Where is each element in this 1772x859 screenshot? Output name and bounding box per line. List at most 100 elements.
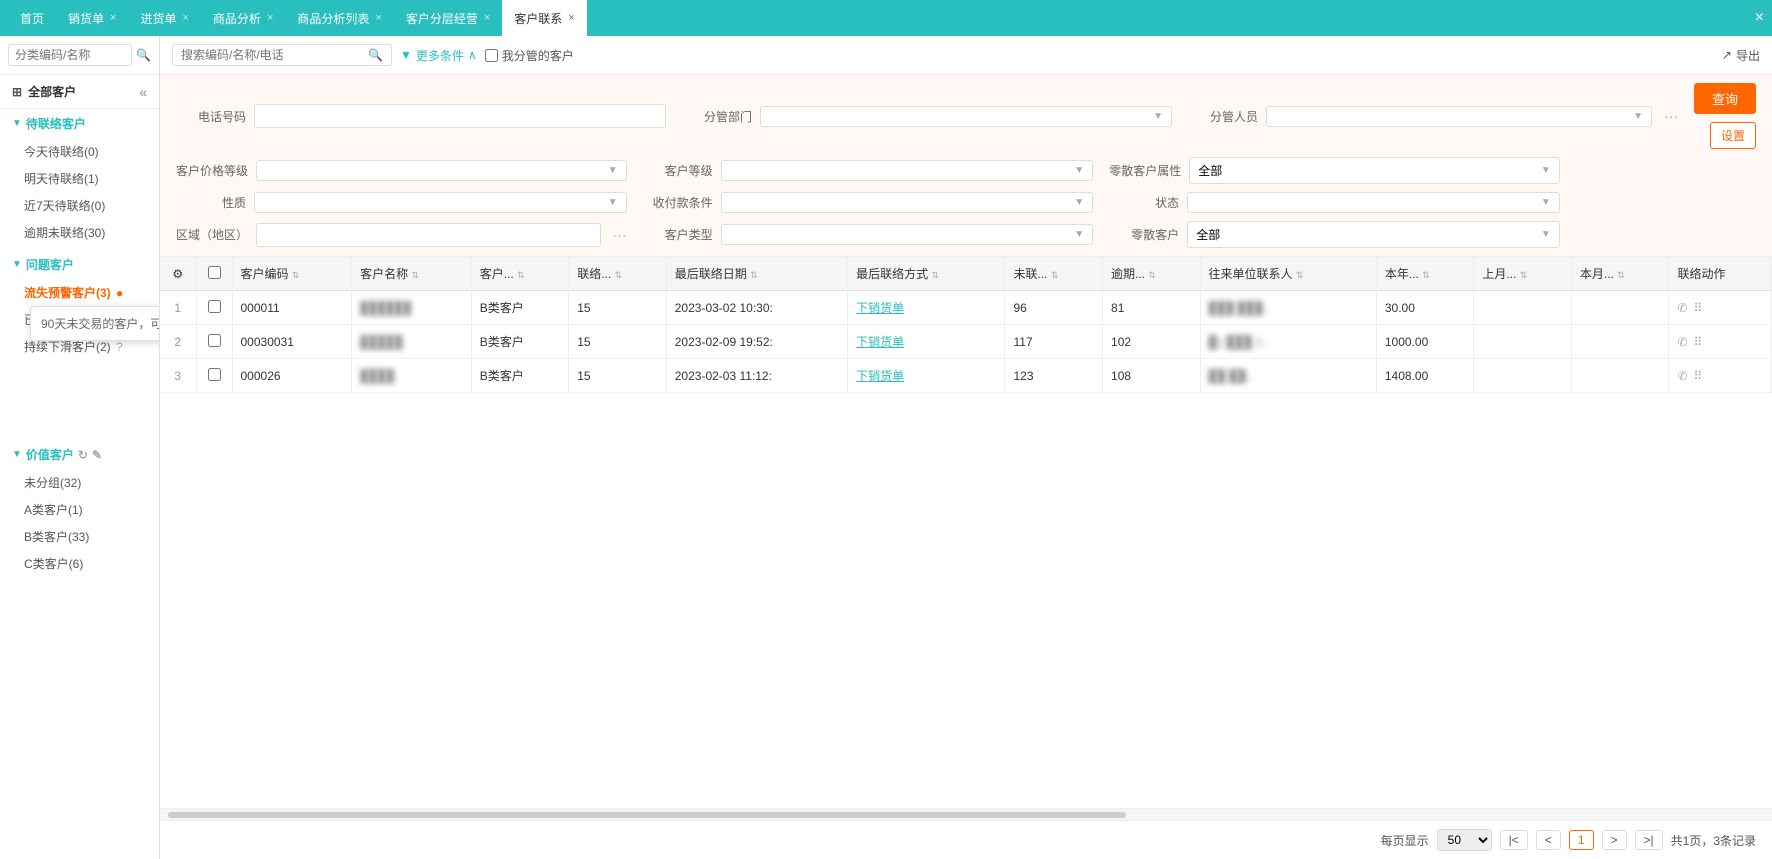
filter-retail-attr-select[interactable]: 全部 ▼ (1189, 157, 1560, 184)
sidebar-collapse-icon[interactable]: « (139, 84, 147, 100)
col-uncontact-days[interactable]: 未联... ⇅ (1005, 257, 1103, 291)
tab-product-list[interactable]: 商品分析列表 × (285, 0, 393, 36)
sidebar-item-class-a[interactable]: A类客户(1) (0, 496, 159, 523)
col-contacts-sort-icon[interactable]: ⇅ (1296, 270, 1304, 280)
col-cur-month-sort-icon[interactable]: ⇅ (1617, 270, 1625, 280)
row3-contact-icon[interactable]: ✆ (1677, 369, 1687, 383)
row1-contact-icon[interactable]: ✆ (1677, 301, 1687, 315)
window-close-button[interactable]: × (1755, 9, 1764, 27)
search-input[interactable] (181, 48, 364, 62)
tab-customer-contact-close[interactable]: × (568, 12, 574, 24)
sidebar-item-churn-warning[interactable]: 流失预警客户(3) ● (0, 279, 159, 306)
filter-payment-select[interactable]: ▼ (721, 192, 1094, 213)
col-name-sort-icon[interactable]: ⇅ (411, 270, 419, 280)
tab-home[interactable]: 首页 (8, 0, 56, 36)
col-contact-count-sort-icon[interactable]: ⇅ (615, 270, 623, 280)
sidebar-group-value[interactable]: ▼ 价值客户 ↻ ✎ (0, 440, 159, 469)
tab-sales-close[interactable]: × (110, 12, 116, 24)
tab-purchase-close[interactable]: × (182, 12, 188, 24)
col-overdue-days[interactable]: 逾期... ⇅ (1103, 257, 1201, 291)
page-prev-button[interactable]: < (1536, 830, 1561, 850)
filter-manager-more[interactable]: ··· (1664, 108, 1678, 124)
col-type-sort-icon[interactable]: ⇅ (517, 270, 525, 280)
filter-cust-level-select[interactable]: ▼ (721, 160, 1094, 181)
sidebar-group-value-refresh[interactable]: ↻ (78, 448, 88, 462)
tab-customer-tier-close[interactable]: × (484, 12, 490, 24)
scrollbar-thumb[interactable] (168, 812, 1126, 818)
row3-more-icon[interactable]: ⠿ (1694, 369, 1703, 383)
tab-product-analysis[interactable]: 商品分析 × (201, 0, 285, 36)
tab-product-list-close[interactable]: × (375, 12, 381, 24)
row2-last-way[interactable]: 下销货单 (848, 325, 1005, 359)
col-cur-month[interactable]: 本月... ⇅ (1571, 257, 1669, 291)
sidebar-item-today[interactable]: 今天待联络(0) (0, 138, 159, 165)
row3-last-way-link[interactable]: 下销货单 (856, 369, 904, 383)
col-overdue-sort-icon[interactable]: ⇅ (1148, 270, 1156, 280)
col-contacts[interactable]: 往来单位联系人 ⇅ (1200, 257, 1376, 291)
more-filters-button[interactable]: ▼ 更多条件 ∧ (400, 47, 477, 64)
tab-purchase[interactable]: 进货单 × (128, 0, 200, 36)
query-button[interactable]: 查询 (1694, 83, 1756, 114)
page-first-button[interactable]: |< (1500, 830, 1528, 850)
row2-check[interactable] (208, 334, 221, 347)
row2-last-way-link[interactable]: 下销货单 (856, 335, 904, 349)
filter-phone-input[interactable] (254, 104, 666, 128)
sidebar-group-pending[interactable]: ▼ 待联络客户 (0, 109, 159, 138)
col-last-date-sort-icon[interactable]: ⇅ (750, 270, 758, 280)
sidebar-search-icon[interactable]: 🔍 (136, 48, 151, 62)
my-customers-checkbox-wrap[interactable]: 我分管的客户 (485, 47, 574, 64)
row2-contact-icon[interactable]: ✆ (1677, 335, 1687, 349)
row1-last-way-link[interactable]: 下销货单 (856, 301, 904, 315)
sidebar-item-tomorrow[interactable]: 明天待联络(1) (0, 165, 159, 192)
table-select-all-checkbox[interactable] (208, 266, 221, 279)
page-last-button[interactable]: >| (1635, 830, 1663, 850)
my-customers-checkbox[interactable] (485, 49, 498, 62)
col-last-month[interactable]: 上月... ⇅ (1474, 257, 1572, 291)
col-uncontact-sort-icon[interactable]: ⇅ (1051, 270, 1059, 280)
sidebar-all-customers[interactable]: ⊞ 全部客户 « (0, 75, 159, 109)
row1-more-icon[interactable]: ⠿ (1694, 301, 1703, 315)
page-size-select[interactable]: 50 20 100 (1437, 829, 1492, 851)
row2-more-icon[interactable]: ⠿ (1694, 335, 1703, 349)
sidebar-item-ungrouped[interactable]: 未分组(32) (0, 469, 159, 496)
page-next-button[interactable]: > (1602, 830, 1627, 850)
sidebar-item-overdue[interactable]: 逾期未联络(30) (0, 219, 159, 246)
sidebar-search-input[interactable] (8, 44, 132, 66)
search-icon[interactable]: 🔍 (368, 48, 383, 62)
row1-last-way[interactable]: 下销货单 (848, 291, 1005, 325)
sidebar-group-value-edit[interactable]: ✎ (92, 448, 102, 462)
col-code-sort-icon[interactable]: ⇅ (292, 270, 300, 280)
filter-region-input[interactable] (256, 223, 601, 247)
filter-nature-select[interactable]: ▼ (254, 192, 627, 213)
col-cur-year-sort-icon[interactable]: ⇅ (1422, 270, 1430, 280)
col-code[interactable]: 客户编码 ⇅ (232, 257, 352, 291)
tab-customer-contact[interactable]: 客户联系 × (502, 0, 586, 36)
col-last-contact-date[interactable]: 最后联络日期 ⇅ (666, 257, 847, 291)
col-contact-count[interactable]: 联络... ⇅ (569, 257, 667, 291)
horizontal-scrollbar[interactable] (160, 808, 1772, 820)
col-type[interactable]: 客户... ⇅ (471, 257, 569, 291)
filter-region-more[interactable]: ··· (613, 227, 627, 243)
tab-product-analysis-close[interactable]: × (267, 12, 273, 24)
filter-manager-select[interactable]: ▼ (1266, 106, 1652, 127)
sidebar-item-7days[interactable]: 近7天待联络(0) (0, 192, 159, 219)
export-button[interactable]: ↗ 导出 (1722, 47, 1760, 64)
sidebar-item-class-b[interactable]: B类客户(33) (0, 523, 159, 550)
row1-check[interactable] (208, 300, 221, 313)
col-cur-year[interactable]: 本年... ⇅ (1376, 257, 1474, 291)
filter-dept-select[interactable]: ▼ (760, 106, 1172, 127)
row3-last-way[interactable]: 下销货单 (848, 359, 1005, 393)
tab-sales[interactable]: 销货单 × (56, 0, 128, 36)
settings-button[interactable]: 设置 (1710, 122, 1756, 149)
col-last-way-sort-icon[interactable]: ⇅ (931, 270, 939, 280)
filter-status-select[interactable]: ▼ (1187, 192, 1560, 213)
sidebar-group-problem[interactable]: ▼ 问题客户 (0, 250, 159, 279)
col-last-month-sort-icon[interactable]: ⇅ (1520, 270, 1528, 280)
col-settings[interactable]: ⚙ (160, 257, 196, 291)
col-name[interactable]: 客户名称 ⇅ (352, 257, 472, 291)
row3-check[interactable] (208, 368, 221, 381)
filter-price-level-select[interactable]: ▼ (256, 160, 627, 181)
sidebar-item-class-c[interactable]: C类客户(6) (0, 550, 159, 577)
settings-icon[interactable]: ⚙ (172, 267, 183, 281)
col-last-contact-way[interactable]: 最后联络方式 ⇅ (848, 257, 1005, 291)
